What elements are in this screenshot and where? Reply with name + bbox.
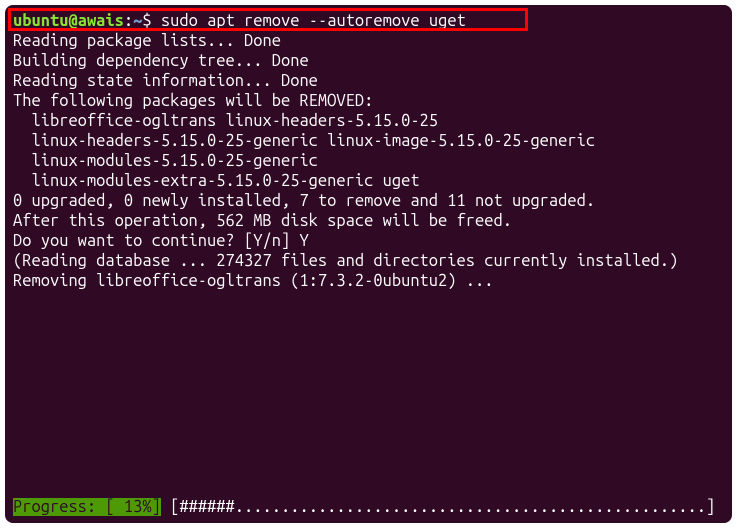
progress-percent: [ 13%]	[105, 498, 160, 516]
output-line: Reading state information... Done	[13, 71, 724, 91]
output-line: linux-modules-5.15.0-25-generic	[13, 151, 724, 171]
prompt-line: ubuntu@awais:~$ sudo apt remove --autore…	[13, 11, 466, 31]
prompt-dollar: $	[142, 12, 160, 30]
prompt-user: ubuntu	[13, 12, 68, 30]
output-line: Do you want to continue? [Y/n] Y	[13, 231, 724, 251]
progress-bar: [######.................................…	[161, 498, 725, 516]
command-text: sudo apt remove --autoremove uget	[161, 12, 466, 30]
output-line: Building dependency tree... Done	[13, 51, 724, 71]
output-line: linux-modules-extra-5.15.0-25-generic ug…	[13, 171, 724, 191]
output-line: The following packages will be REMOVED:	[13, 91, 724, 111]
output-line: (Reading database ... 274327 files and d…	[13, 251, 724, 271]
output-line: libreoffice-ogltrans linux-headers-5.15.…	[13, 111, 724, 131]
prompt-colon: :	[124, 12, 133, 30]
progress-line: Progress: [ 13%] [######................…	[13, 497, 724, 517]
output-line: Reading package lists... Done	[13, 31, 724, 51]
terminal-window[interactable]: ubuntu@awais:~$ sudo apt remove --autore…	[5, 5, 732, 523]
output-line: Removing libreoffice-ogltrans (1:7.3.2-0…	[13, 271, 724, 291]
output-line: After this operation, 562 MB disk space …	[13, 211, 724, 231]
progress-label: Progress:	[13, 498, 105, 516]
output-line: 0 upgraded, 0 newly installed, 7 to remo…	[13, 191, 724, 211]
prompt-at: @	[68, 12, 77, 30]
prompt-host: awais	[78, 12, 124, 30]
output-line: linux-headers-5.15.0-25-generic linux-im…	[13, 131, 724, 151]
